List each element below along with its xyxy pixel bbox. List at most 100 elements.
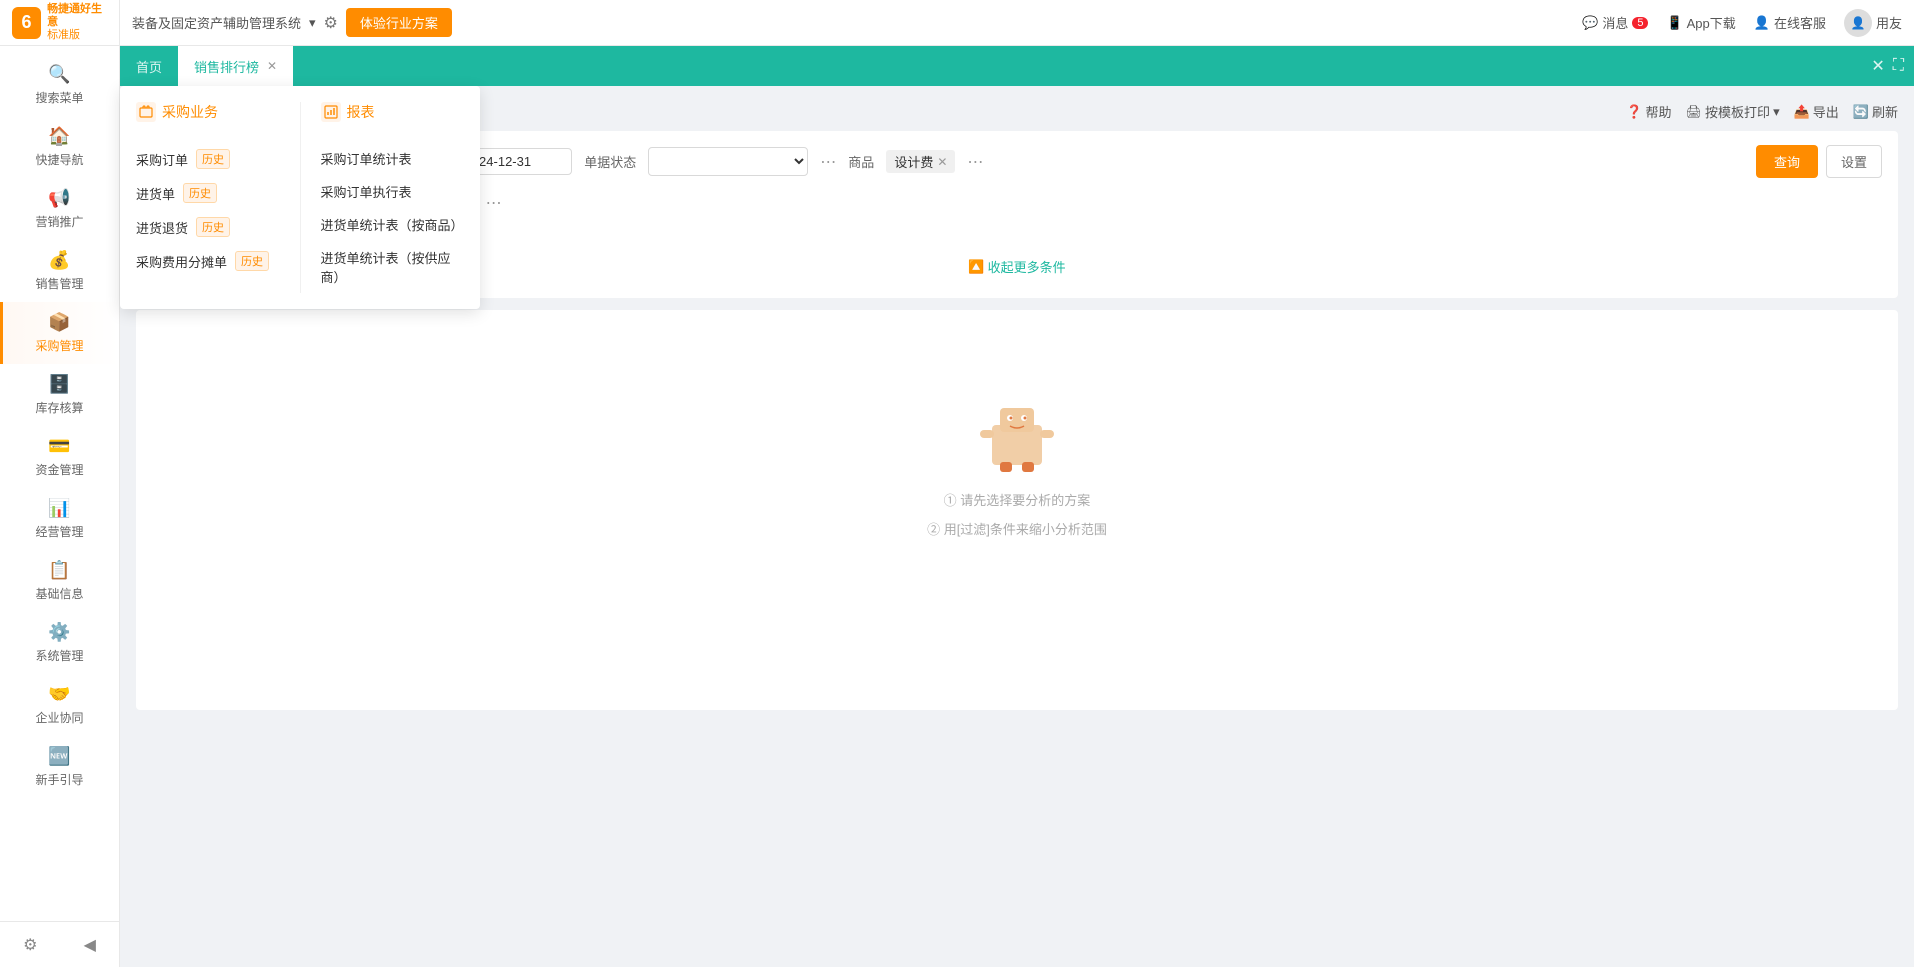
collapse-up-icon: 🔼 [968, 259, 984, 275]
goods-more: ⋯ [967, 152, 983, 172]
tab-home-label: 首页 [136, 57, 162, 76]
sales-icon: 💰 [48, 250, 70, 271]
report-col-title-text: 报表 [347, 102, 375, 122]
message-badge: 5 [1632, 17, 1648, 29]
sidebar-item-quick-nav[interactable]: 🏠 快捷导航 [0, 116, 119, 178]
app-download-label: App下载 [1687, 13, 1736, 32]
system-dropdown-button[interactable]: ▾ [309, 15, 316, 31]
refresh-button[interactable]: 🔄 刷新 [1853, 102, 1898, 121]
purchase-col-title: 采购业务 [136, 102, 280, 130]
finance-icon: 💳 [48, 436, 70, 457]
empty-illustration [972, 390, 1062, 480]
doc-status-select[interactable] [648, 147, 808, 176]
query-button[interactable]: 查询 [1756, 145, 1818, 178]
empty-hint2-text: 用[过滤]条件来缩小分析范围 [944, 522, 1107, 537]
empty-hint1-text: 请先选择要分析的方案 [960, 493, 1090, 508]
sidebar-logo: 6 畅捷通好生意 标准版 [0, 0, 119, 46]
dropdown-item-receipt-stats-supplier[interactable]: 进货单统计表（按供应商） [321, 241, 465, 293]
topbar-title-area: 装备及固定资产辅助管理系统 ▾ ⚙ 体验行业方案 [132, 8, 1582, 37]
dropdown-item-return[interactable]: 进货退货 历史 [136, 210, 280, 244]
purchase-col-icon [136, 102, 156, 122]
refresh-icon: 🔄 [1853, 104, 1869, 120]
message-button[interactable]: 💬 消息 5 [1582, 13, 1648, 32]
print-label: 按模板打印 [1705, 102, 1770, 121]
user-label: 用友 [1876, 13, 1902, 32]
print-button[interactable]: 🖨 按模板打印 ▾ [1686, 102, 1780, 121]
sidebar-item-guide[interactable]: 🆕 新手引导 [0, 736, 119, 798]
service-icon: 👤 [1754, 15, 1770, 31]
goods-tag-close[interactable]: ✕ [937, 155, 947, 169]
app-download-button[interactable]: 📱 App下载 [1666, 13, 1735, 32]
online-service-button[interactable]: 👤 在线客服 [1754, 13, 1826, 32]
receipt-label: 进货单 [136, 184, 175, 203]
empty-hint-1: ① 请先选择要分析的方案 [944, 490, 1091, 509]
industry-solution-button[interactable]: 体验行业方案 [346, 8, 452, 37]
message-label: 消息 [1602, 13, 1628, 32]
receipt-stats-goods-label: 进货单统计表（按商品） [321, 215, 464, 234]
sidebar-collapse-button[interactable]: ◀ [84, 935, 96, 955]
empty-state: ① 请先选择要分析的方案 ② 用[过滤]条件来缩小分析范围 [136, 310, 1898, 618]
goods-tag: 设计费 ✕ [886, 150, 955, 173]
tab-home[interactable]: 首页 [120, 46, 178, 86]
sidebar-label-guide: 新手引导 [35, 771, 83, 788]
help-icon: ❓ [1626, 104, 1642, 120]
sidebar-item-finance[interactable]: 💳 资金管理 [0, 426, 119, 488]
goods-filter-label: 商品 [848, 152, 874, 171]
sidebar-label-sales: 销售管理 [35, 275, 83, 292]
export-icon: 📤 [1794, 104, 1810, 120]
dropdown-item-purchase-order-exec[interactable]: 采购订单执行表 [321, 175, 465, 208]
phone-icon: 📱 [1666, 15, 1682, 31]
sidebar-label-finance: 资金管理 [35, 461, 83, 478]
sidebar-item-basic-info[interactable]: 📋 基础信息 [0, 550, 119, 612]
system-settings-button[interactable]: ⚙ [324, 13, 338, 33]
purchase-col: 采购业务 采购订单 历史 进货单 历史 进货退货 历史 采购费用分摊单 历史 [120, 102, 296, 293]
empty-hint-2: ② 用[过滤]条件来缩小分析范围 [927, 519, 1107, 538]
filter-settings-button[interactable]: 设置 [1826, 145, 1882, 178]
tab-close-icon[interactable]: ✕ [267, 59, 277, 73]
sidebar-item-purchase[interactable]: 📦 采购管理 [0, 302, 119, 364]
filter-action-buttons: 查询 设置 [1756, 145, 1882, 178]
sidebar-item-inventory[interactable]: 🗄️ 库存核算 [0, 364, 119, 426]
sidebar-item-system[interactable]: ⚙️ 系统管理 [0, 612, 119, 674]
dropdown-columns: 采购业务 采购订单 历史 进货单 历史 进货退货 历史 采购费用分摊单 历史 [120, 102, 480, 293]
page-content: ① 请先选择要分析的方案 ② 用[过滤]条件来缩小分析范围 [136, 310, 1898, 710]
tab-close-window-button[interactable]: ✕ [1871, 56, 1884, 76]
sidebar-label-purchase: 采购管理 [35, 337, 83, 354]
dropdown-item-receipt-stats-goods[interactable]: 进货单统计表（按商品） [321, 208, 465, 241]
sidebar-settings-button[interactable]: ⚙ [23, 935, 37, 955]
dropdown-item-purchase-order-stats[interactable]: 采购订单统计表 [321, 142, 465, 175]
sidebar-label-enterprise: 企业协同 [35, 709, 83, 726]
search-icon: 🔍 [48, 64, 70, 85]
help-button[interactable]: ❓ 帮助 [1626, 102, 1671, 121]
guide-icon: 🆕 [48, 746, 70, 767]
sidebar-label-operations: 经营管理 [35, 523, 83, 540]
receipt-stats-supplier-label: 进货单统计表（按供应商） [321, 248, 465, 286]
sidebar-item-marketing[interactable]: 📢 营销推广 [0, 178, 119, 240]
return-history-tag: 历史 [196, 217, 230, 237]
logo-text-line2: 标准版 [47, 29, 107, 42]
logo-text-line1: 畅捷通好生意 [47, 3, 107, 29]
report-col-title: 报表 [321, 102, 465, 130]
sidebar-label-search: 搜索菜单 [35, 89, 83, 106]
collapse-button[interactable]: 🔼 收起更多条件 [968, 257, 1065, 276]
sidebar-item-search[interactable]: 🔍 搜索菜单 [0, 54, 119, 116]
purchase-col-title-text: 采购业务 [162, 102, 218, 122]
sidebar-label-system: 系统管理 [35, 647, 83, 664]
topbar-right: 💬 消息 5 📱 App下载 👤 在线客服 👤 用友 [1582, 9, 1902, 37]
sidebar-label-inventory: 库存核算 [35, 399, 83, 416]
sidebar-item-sales[interactable]: 💰 销售管理 [0, 240, 119, 302]
sidebar-item-enterprise[interactable]: 🤝 企业协同 [0, 674, 119, 736]
sidebar-item-operations[interactable]: 📊 经营管理 [0, 488, 119, 550]
tab-maximize-button[interactable]: ⛶ [1893, 57, 1904, 75]
megaphone-icon: 📢 [48, 188, 70, 209]
tab-sales-rank[interactable]: 销售排行榜 ✕ [178, 46, 293, 86]
col-divider [300, 102, 301, 293]
purchase-icon: 📦 [48, 312, 70, 333]
dropdown-item-purchase-order[interactable]: 采购订单 历史 [136, 142, 280, 176]
user-menu[interactable]: 👤 用友 [1844, 9, 1902, 37]
dropdown-item-purchase-expense[interactable]: 采购费用分摊单 历史 [136, 244, 280, 278]
basic-info-icon: 📋 [48, 560, 70, 581]
dropdown-item-receipt[interactable]: 进货单 历史 [136, 176, 280, 210]
export-button[interactable]: 📤 导出 [1794, 102, 1839, 121]
purchase-dropdown-menu: 采购业务 采购订单 历史 进货单 历史 进货退货 历史 采购费用分摊单 历史 [120, 86, 480, 309]
